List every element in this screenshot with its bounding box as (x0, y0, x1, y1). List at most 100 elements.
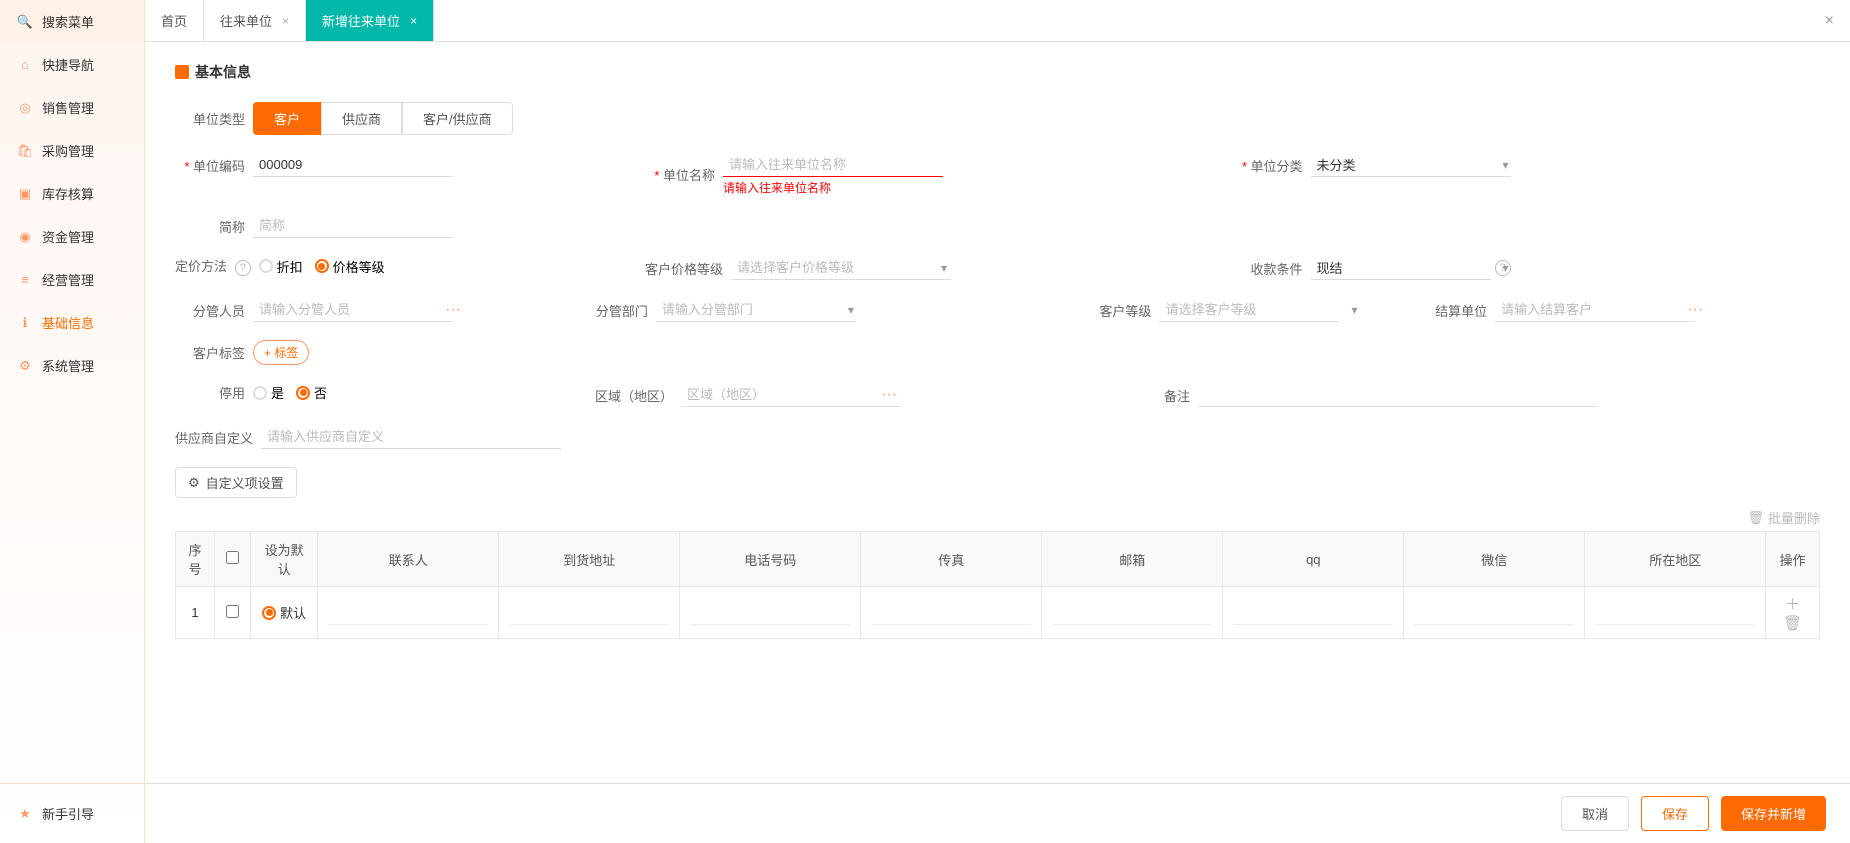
department-group: 分管部门 ▾ (578, 298, 1082, 322)
unit-name-input[interactable] (723, 153, 943, 177)
type-btn-supplier[interactable]: 供应商 (321, 102, 402, 135)
pricing-method-label: 定价方法 ? (175, 256, 251, 276)
col-seq-header: 序号 (176, 532, 215, 587)
save-button[interactable]: 保存 (1641, 796, 1709, 831)
department-input[interactable] (656, 298, 844, 321)
sidebar-item-guide[interactable]: ★ 新手引导 (0, 792, 144, 835)
batch-delete-button[interactable]: 🗑 批量删除 (175, 508, 1820, 527)
discount-radio[interactable] (259, 259, 273, 273)
region-row-input[interactable] (1595, 601, 1755, 625)
manager-input[interactable] (253, 298, 441, 321)
window-close-button[interactable]: × (1809, 12, 1850, 30)
wechat-input[interactable] (1414, 601, 1574, 625)
yes-radio[interactable] (253, 386, 267, 400)
row-contact[interactable] (318, 587, 499, 639)
sidebar-item-finance[interactable]: ◉ 资金管理 (0, 215, 144, 258)
customer-tag-row: 客户标签 + 标签 (175, 340, 1820, 365)
tab-counterparty-close[interactable]: × (282, 14, 289, 28)
unit-category-input[interactable] (1311, 153, 1499, 176)
col-fax-header: 传真 (861, 532, 1042, 587)
row-fax[interactable] (861, 587, 1042, 639)
settlement-input[interactable] (1495, 298, 1683, 321)
default-radio[interactable] (262, 606, 276, 620)
manager-dots-icon[interactable]: ··· (441, 301, 465, 319)
department-select[interactable]: ▾ (656, 298, 856, 322)
phone-input[interactable] (690, 601, 850, 625)
unit-type-label: 单位类型 (175, 109, 245, 128)
manager-row: 分管人员 ··· 分管部门 ▾ 客户等级 ▾ (175, 298, 1820, 322)
custom-settings-button[interactable]: ⚙ 自定义项设置 (175, 467, 297, 498)
region-select[interactable]: ··· (681, 383, 901, 407)
unit-category-select[interactable]: ▾ (1311, 153, 1511, 177)
region-input[interactable] (681, 383, 877, 406)
col-contact-header: 联系人 (318, 532, 499, 587)
pricing-level-option[interactable]: 价格等级 (315, 257, 385, 276)
tab-new-counterparty[interactable]: 新增往来单位 × (306, 0, 434, 41)
customer-price-input[interactable] (731, 256, 937, 279)
region-dots-icon[interactable]: ··· (877, 386, 901, 404)
row-wechat[interactable] (1404, 587, 1585, 639)
sidebar-item-search[interactable]: 🔍 搜索菜单 (0, 0, 144, 43)
row-checkbox[interactable] (215, 587, 251, 639)
customer-level-select[interactable]: ▾ (1159, 298, 1339, 322)
fax-input[interactable] (871, 601, 1031, 625)
chart-icon: ◎ (16, 99, 34, 117)
settlement-group: 结算单位 ··· (1417, 298, 1820, 322)
row-region[interactable] (1585, 587, 1766, 639)
region-label: 区域（地区） (595, 386, 673, 405)
unit-code-label: 单位编码 (175, 156, 245, 175)
sidebar-item-purchase[interactable]: 🛍 采购管理 (0, 129, 144, 172)
cancel-button[interactable]: 取消 (1561, 796, 1629, 831)
unit-code-input[interactable] (253, 153, 453, 177)
sidebar-item-sales[interactable]: ◎ 销售管理 (0, 86, 144, 129)
select-all-checkbox[interactable] (226, 551, 239, 564)
manager-select[interactable]: ··· (253, 298, 453, 322)
remark-input[interactable] (1198, 383, 1598, 407)
type-btn-customer[interactable]: 客户 (253, 102, 321, 135)
pricing-discount-option[interactable]: 折扣 (259, 257, 303, 276)
tab-new-counterparty-close[interactable]: × (410, 14, 417, 28)
delete-row-icon[interactable]: 🗑 (1783, 615, 1802, 632)
supplier-custom-label: 供应商自定义 (175, 428, 253, 447)
save-new-button[interactable]: 保存并新增 (1721, 796, 1826, 831)
row-qq[interactable] (1223, 587, 1404, 639)
disabled-yes-option[interactable]: 是 (253, 383, 284, 402)
sidebar-item-basic[interactable]: ℹ 基础信息 (0, 301, 144, 344)
payment-terms-input[interactable] (1311, 256, 1499, 279)
col-default-header: 设为默认 (251, 532, 318, 587)
row-default-radio-label[interactable]: 默认 (261, 603, 307, 622)
customer-price-select[interactable]: ▾ (731, 256, 951, 280)
settlement-dots-icon[interactable]: ··· (1683, 301, 1707, 319)
manager-label: 分管人员 (175, 301, 245, 320)
price-level-radio[interactable] (315, 259, 329, 273)
row-email[interactable] (1042, 587, 1223, 639)
add-row-icon[interactable]: ＋ (1785, 596, 1800, 613)
contact-input[interactable] (328, 601, 488, 625)
form-area: 基本信息 单位类型 客户 供应商 客户/供应商 单位编码 单位名称 (145, 42, 1850, 783)
row-select-checkbox[interactable] (226, 605, 239, 618)
col-checkbox-header (215, 532, 251, 587)
pricing-help-icon[interactable]: ? (235, 260, 251, 276)
sidebar-item-operations[interactable]: ≡ 经营管理 (0, 258, 144, 301)
tab-home[interactable]: 首页 (145, 0, 204, 41)
disabled-no-option[interactable]: 否 (296, 383, 327, 402)
add-tag-button[interactable]: + 标签 (253, 340, 309, 365)
row-phone[interactable] (680, 587, 861, 639)
tab-counterparty[interactable]: 往来单位 × (204, 0, 306, 41)
sidebar: 🔍 搜索菜单 ⌂ 快捷导航 ◎ 销售管理 🛍 采购管理 ▣ 库存核算 ◉ 资金管… (0, 0, 145, 843)
customer-level-input[interactable] (1159, 298, 1347, 321)
search-icon: 🔍 (16, 13, 34, 31)
short-name-input[interactable] (253, 214, 453, 238)
row-address[interactable] (499, 587, 680, 639)
supplier-custom-input[interactable] (261, 425, 561, 449)
sidebar-item-quick-nav[interactable]: ⌂ 快捷导航 (0, 43, 144, 86)
no-radio[interactable] (296, 386, 310, 400)
sidebar-item-system[interactable]: ⚙ 系统管理 (0, 344, 144, 387)
payment-terms-select[interactable]: ▾ (1311, 256, 1491, 280)
sidebar-item-inventory[interactable]: ▣ 库存核算 (0, 172, 144, 215)
email-input[interactable] (1052, 601, 1212, 625)
type-btn-both[interactable]: 客户/供应商 (402, 102, 513, 135)
settlement-select[interactable]: ··· (1495, 298, 1695, 322)
address-input[interactable] (509, 601, 669, 625)
qq-input[interactable] (1233, 601, 1393, 625)
